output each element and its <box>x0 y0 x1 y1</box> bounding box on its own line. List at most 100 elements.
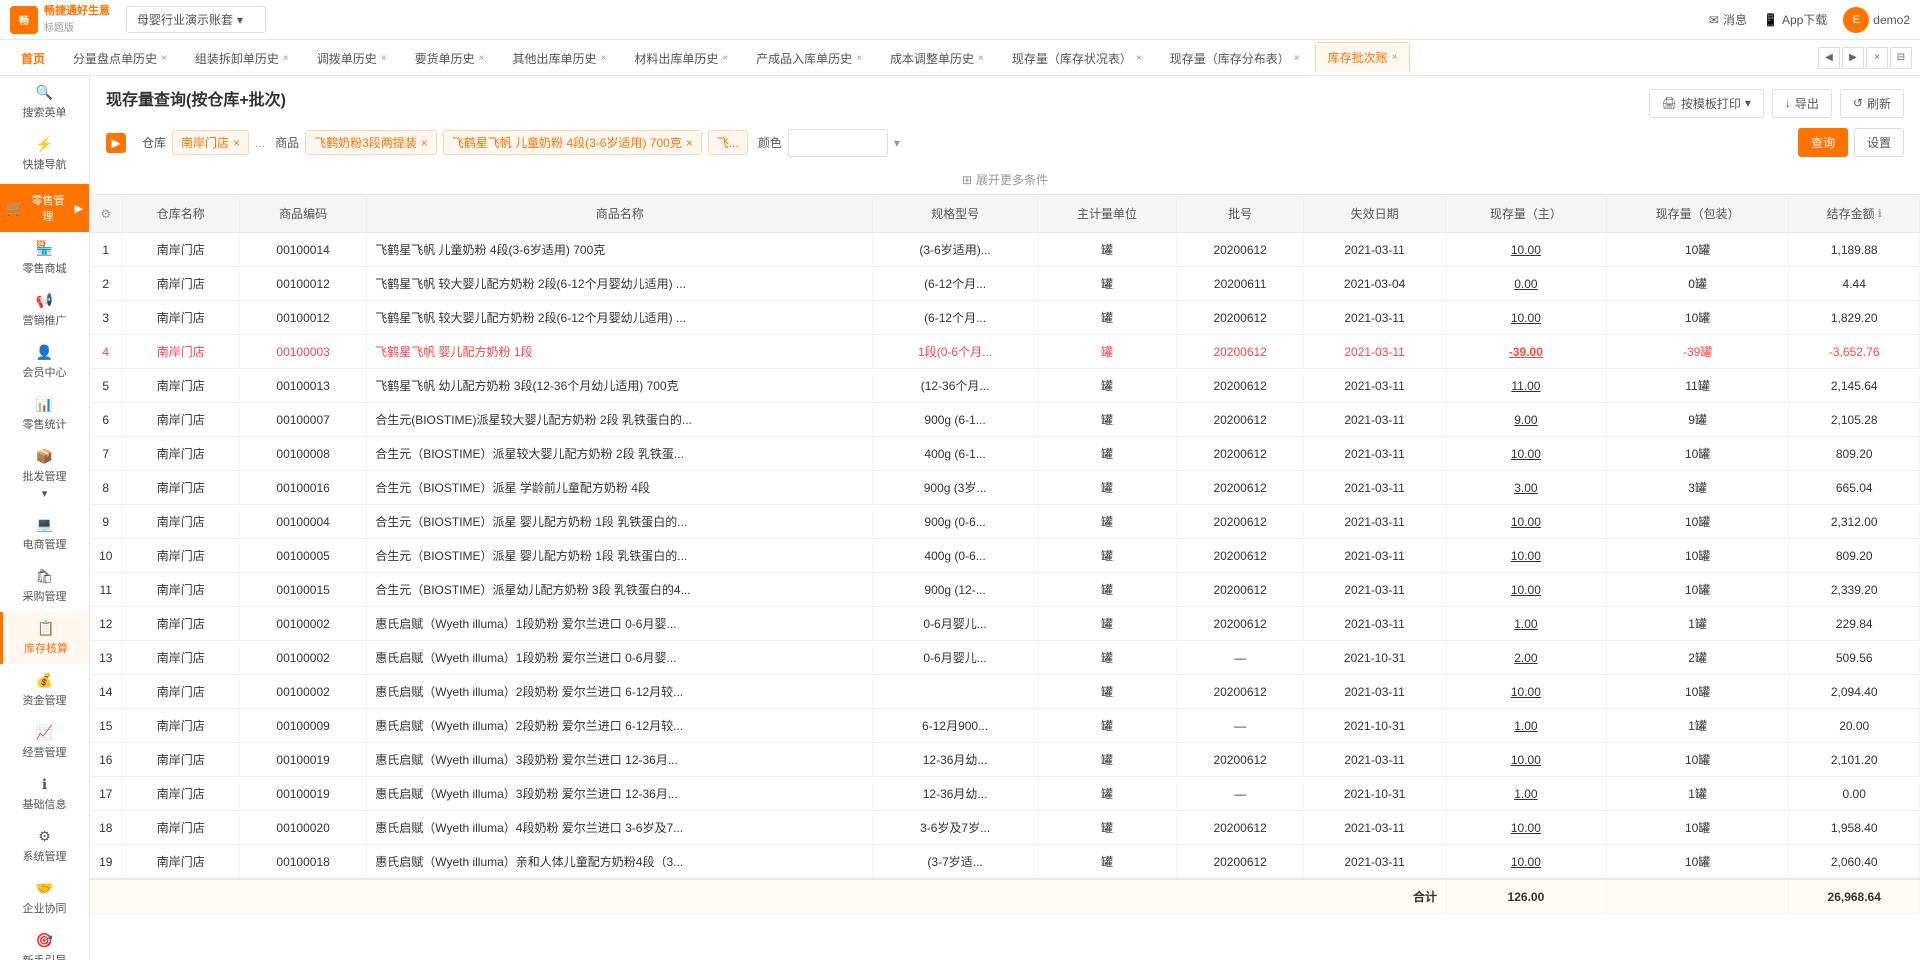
sidebar-item-ecommerce[interactable]: 💻 电商管理 <box>0 508 89 560</box>
refresh-icon: ↺ <box>1853 96 1863 110</box>
tab-chancheng[interactable]: 产成品入库单历史 × <box>743 43 875 73</box>
product-tag-2-close[interactable]: × <box>686 136 693 150</box>
tab-fenliang[interactable]: 分量盘点单历史 × <box>60 43 180 73</box>
sidebar-item-inventory[interactable]: 📋 库存核算 <box>0 612 89 664</box>
sidebar-search[interactable]: 🔍 搜索英单 <box>0 76 89 128</box>
tab-xiancun1[interactable]: 现存量（库存状况表）× <box>999 43 1155 73</box>
color-dropdown-arrow[interactable]: ▾ <box>894 136 900 150</box>
export-button[interactable]: ↓ 导出 <box>1772 89 1832 118</box>
tab-diaob[interactable]: 调拨单历史 × <box>304 43 400 73</box>
sidebar-item-system[interactable]: ⚙ 系统管理 <box>0 820 89 872</box>
sidebar-item-purchase[interactable]: 🛍 采购管理 <box>0 560 89 612</box>
finance-icon: 💰 <box>36 672 53 689</box>
close-icon[interactable]: × <box>856 53 862 64</box>
product-filter-group: 商品 飞鹤奶粉3段两提装 × 飞鹤星飞帆 儿童奶粉 4段(3-6岁适用) 700… <box>275 130 748 155</box>
expand-conditions-button[interactable]: ⊞ 展开更多条件 <box>962 171 1048 188</box>
industry-label: 母婴行业演示账套 <box>137 11 233 28</box>
close-icon[interactable]: × <box>1294 53 1300 64</box>
close-icon[interactable]: × <box>722 53 728 64</box>
settings-button[interactable]: 设置 <box>1854 128 1904 157</box>
sidebar-item-retail-mall[interactable]: 🏪 零售商城 <box>0 232 89 284</box>
product-tag-1[interactable]: 飞鹤奶粉3段两提装 × <box>305 130 437 155</box>
td-no: 8 <box>90 471 122 505</box>
color-filter-input[interactable] <box>788 129 888 157</box>
print-button[interactable]: 🖨 按模板打印 ▾ <box>1649 89 1764 118</box>
close-icon[interactable]: × <box>283 53 289 64</box>
nav-close-button[interactable]: × <box>1866 47 1888 69</box>
td-spec: (3-6岁适用)... <box>873 233 1038 267</box>
td-qty[interactable]: 10.00 <box>1445 743 1606 777</box>
sidebar-item-operations[interactable]: 📈 经营管理 <box>0 716 89 768</box>
close-icon[interactable]: × <box>381 53 387 64</box>
filter-expand-icon[interactable]: ▶ <box>106 133 126 153</box>
close-icon[interactable]: × <box>161 53 167 64</box>
sidebar-quick-nav[interactable]: ⚡ 快捷导航 <box>0 128 89 180</box>
purchase-icon: 🛍 <box>36 568 54 585</box>
warehouse-more[interactable]: ... <box>255 136 265 150</box>
td-qty[interactable]: 10.00 <box>1445 437 1606 471</box>
logo-area: 畅 畅捷通好生意 标题版 <box>10 5 110 33</box>
product-tag-1-close[interactable]: × <box>421 136 428 150</box>
nav-menu-button[interactable]: ⊟ <box>1890 47 1912 69</box>
settings-icon[interactable]: ⚙ <box>100 207 111 221</box>
sidebar-item-retail-stats[interactable]: 📊 零售统计 <box>0 388 89 440</box>
td-qty[interactable]: 10.00 <box>1445 675 1606 709</box>
td-spec: 12-36月幼... <box>873 743 1038 777</box>
close-icon[interactable]: × <box>1136 53 1142 64</box>
app-download-button[interactable]: 📱 App下载 <box>1763 11 1827 28</box>
nav-prev-button[interactable]: ◀ <box>1818 47 1840 69</box>
product-tag-more[interactable]: 飞... <box>708 130 748 155</box>
sidebar-item-member[interactable]: 👤 会员中心 <box>0 336 89 388</box>
tab-chengben[interactable]: 成本调整单历史 × <box>877 43 997 73</box>
close-icon[interactable]: × <box>1392 52 1398 63</box>
th-settings[interactable]: ⚙ <box>90 195 122 233</box>
product-tag-2[interactable]: 飞鹤星飞帆 儿童奶粉 4段(3-6岁适用) 700克 × <box>443 130 702 155</box>
td-qty[interactable]: 10.00 <box>1445 573 1606 607</box>
td-qty[interactable]: 2.00 <box>1445 641 1606 675</box>
td-qty[interactable]: 0.00 <box>1445 267 1606 301</box>
td-qty[interactable]: 1.00 <box>1445 709 1606 743</box>
user-area[interactable]: E demo2 <box>1843 7 1910 33</box>
nav-next-button[interactable]: ▶ <box>1842 47 1864 69</box>
td-qty[interactable]: 10.00 <box>1445 301 1606 335</box>
wholesale-icon: 📦 <box>36 448 53 465</box>
close-icon[interactable]: × <box>978 53 984 64</box>
message-button[interactable]: ✉ 消息 <box>1709 11 1747 28</box>
td-qty[interactable]: 1.00 <box>1445 777 1606 811</box>
sidebar-item-marketing[interactable]: 📢 营销推广 <box>0 284 89 336</box>
td-qty[interactable]: 10.00 <box>1445 811 1606 845</box>
sidebar-item-retail-mgmt[interactable]: 🛒 零售管理 ▶ <box>0 184 89 232</box>
sidebar-item-finance[interactable]: 💰 资金管理 <box>0 664 89 716</box>
td-qty[interactable]: 1.00 <box>1445 607 1606 641</box>
td-code: 00100019 <box>240 777 367 811</box>
warehouse-tag-nanhu[interactable]: 南岸门店 × <box>172 130 249 155</box>
td-qty[interactable]: -39.00 <box>1445 335 1606 369</box>
td-unit: 罐 <box>1037 811 1176 845</box>
td-qty[interactable]: 10.00 <box>1445 233 1606 267</box>
industry-select[interactable]: 母婴行业演示账套 ▾ <box>126 6 266 33</box>
tab-zuhe[interactable]: 组装拆卸单历史 × <box>182 43 302 73</box>
tab-cailiao[interactable]: 材料出库单历史 × <box>621 43 741 73</box>
td-qty[interactable]: 10.00 <box>1445 505 1606 539</box>
warehouse-tag-close[interactable]: × <box>233 136 240 150</box>
tab-yaohuo[interactable]: 要货单历史 × <box>402 43 498 73</box>
tab-xiancun2[interactable]: 现存量（库存分布表）× <box>1157 43 1313 73</box>
query-button[interactable]: 查询 <box>1798 128 1848 157</box>
close-icon[interactable]: × <box>479 53 485 64</box>
table-container[interactable]: ⚙ 仓库名称 商品编码 商品名称 规格型号 主计量单位 批号 失效日期 现存量（… <box>90 195 1920 960</box>
td-name: 飞鹤星飞帆 幼儿配方奶粉 3段(12-36个月幼儿适用) 700克 <box>367 369 873 403</box>
td-qty[interactable]: 10.00 <box>1445 845 1606 880</box>
tab-home[interactable]: 首页 <box>8 43 58 73</box>
close-icon[interactable]: × <box>600 53 606 64</box>
sidebar-item-wholesale[interactable]: 📦 批发管理 ▾ <box>0 440 89 508</box>
td-qty[interactable]: 3.00 <box>1445 471 1606 505</box>
sidebar-item-basic-info[interactable]: ℹ 基础信息 <box>0 768 89 820</box>
td-qty[interactable]: 9.00 <box>1445 403 1606 437</box>
td-qty[interactable]: 10.00 <box>1445 539 1606 573</box>
tab-qita[interactable]: 其他出库单历史 × <box>499 43 619 73</box>
tab-kucun-batch[interactable]: 库存批次账 × <box>1315 42 1411 73</box>
refresh-button[interactable]: ↺ 刷新 <box>1840 89 1904 118</box>
td-qty[interactable]: 11.00 <box>1445 369 1606 403</box>
sidebar-item-guide[interactable]: 🎯 新手引导 <box>0 924 89 960</box>
sidebar-item-collab[interactable]: 🤝 企业协同 <box>0 872 89 924</box>
